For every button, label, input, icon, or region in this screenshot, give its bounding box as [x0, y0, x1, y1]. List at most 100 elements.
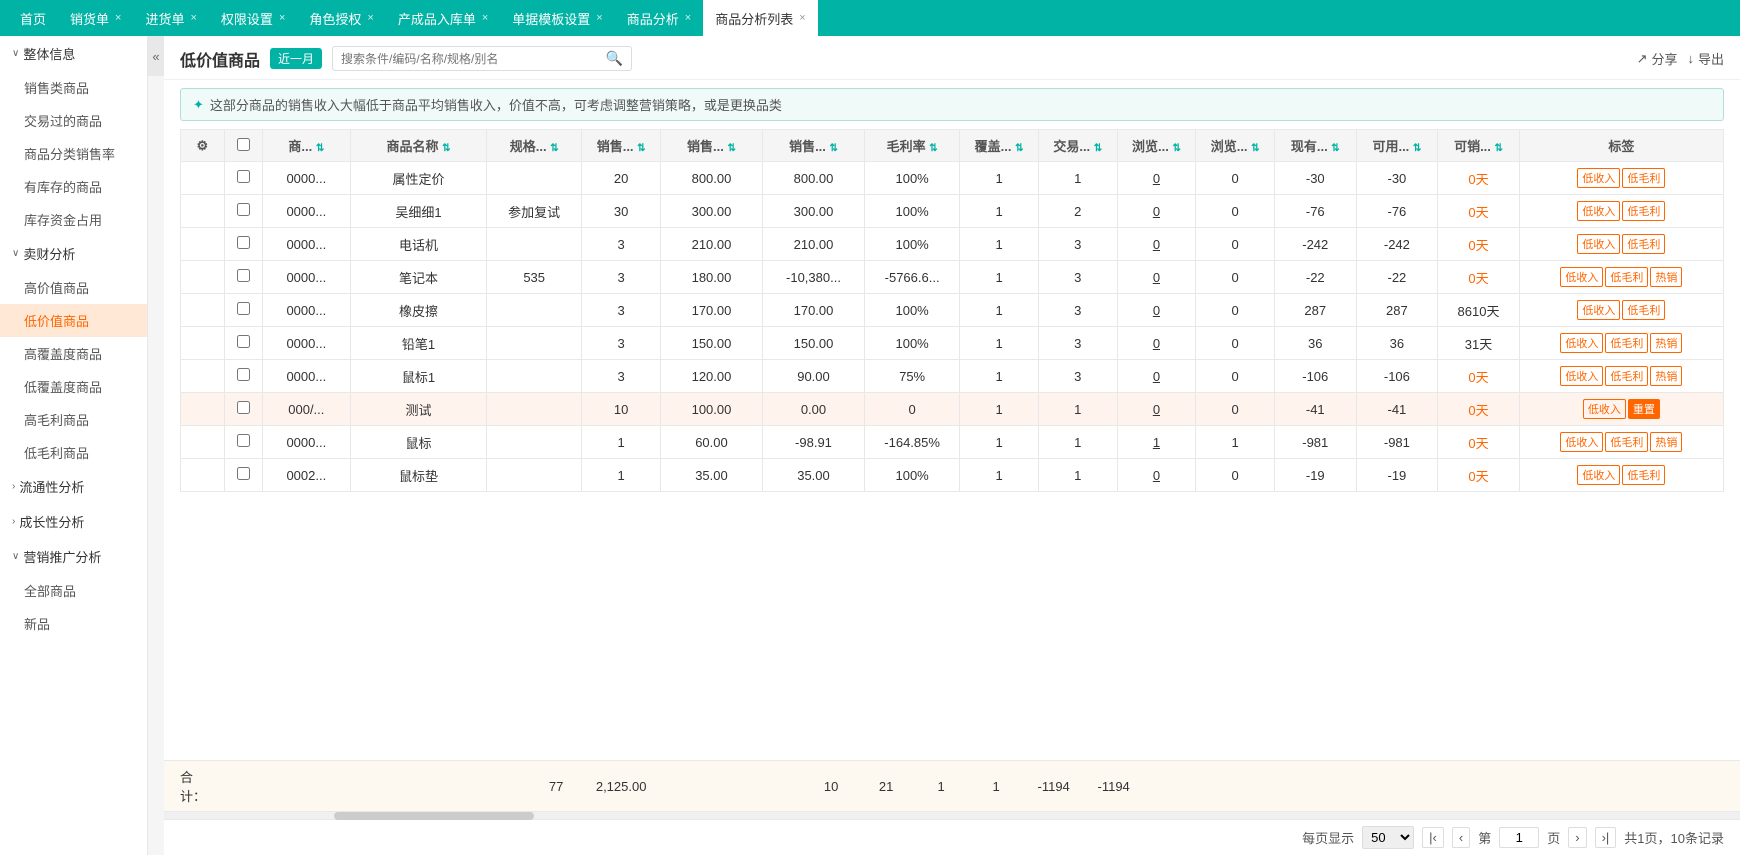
sidebar-section-growth[interactable]: › 成长性分析 — [0, 504, 147, 539]
nav-purchase-order[interactable]: 进货单 × — [133, 0, 208, 36]
row-checkbox[interactable] — [237, 434, 250, 447]
col-name[interactable]: 商品名称 ⇅ — [351, 130, 487, 162]
search-input[interactable] — [341, 52, 606, 66]
nav-purchase-order-close[interactable]: × — [190, 12, 196, 24]
browse-link[interactable]: 0 — [1153, 369, 1160, 384]
nav-sales-order-close[interactable]: × — [115, 12, 121, 24]
col-sales-cost[interactable]: 销售... ⇅ — [762, 130, 864, 162]
nav-sales-order[interactable]: 销货单 × — [58, 0, 133, 36]
sidebar-item-inventory-capital[interactable]: 库存资金占用 — [0, 203, 147, 236]
browse-link[interactable]: 0 — [1153, 303, 1160, 318]
sidebar-item-category-sales-rate[interactable]: 商品分类销售率 — [0, 137, 147, 170]
col-margin[interactable]: 毛利率 ⇅ — [865, 130, 960, 162]
row-checkbox[interactable] — [237, 269, 250, 282]
sidebar-section-overall[interactable]: ∨ 整体信息 — [0, 36, 147, 71]
browse-link[interactable]: 0 — [1153, 336, 1160, 351]
nav-permissions-close[interactable]: × — [279, 12, 285, 24]
browse-link[interactable]: 0 — [1153, 402, 1160, 417]
col-coverage[interactable]: 覆盖... ⇅ — [960, 130, 1039, 162]
row-checkbox[interactable] — [237, 467, 250, 480]
row-checkbox[interactable] — [237, 170, 250, 183]
row-checkbox-cell[interactable] — [224, 162, 262, 195]
sidebar-item-low-value[interactable]: 低价值商品 — [0, 304, 147, 337]
row-checkbox-cell[interactable] — [224, 360, 262, 393]
col-spec[interactable]: 规格... ⇅ — [487, 130, 582, 162]
col-available[interactable]: 可用... ⇅ — [1356, 130, 1438, 162]
nav-template-settings[interactable]: 单据模板设置 × — [500, 0, 614, 36]
prev-page-button[interactable]: ‹ — [1452, 827, 1470, 848]
page-number-input[interactable] — [1499, 827, 1539, 848]
next-page-button[interactable]: › — [1568, 827, 1586, 848]
row-checkbox[interactable] — [237, 401, 250, 414]
search-icon[interactable]: 🔍 — [606, 50, 623, 67]
sidebar-collapse-button[interactable]: « — [148, 36, 164, 76]
sidebar-item-in-stock[interactable]: 有库存的商品 — [0, 170, 147, 203]
row-checkbox-cell[interactable] — [224, 459, 262, 492]
nav-product-analysis-list-close[interactable]: × — [799, 12, 805, 24]
col-browse2[interactable]: 浏览... ⇅ — [1196, 130, 1275, 162]
row-checkbox[interactable] — [237, 236, 250, 249]
sidebar-item-low-margin[interactable]: 低毛利商品 — [0, 436, 147, 469]
nav-product-analysis[interactable]: 商品分析 × — [615, 0, 703, 36]
row-checkbox[interactable] — [237, 368, 250, 381]
last-page-button[interactable]: ›| — [1595, 827, 1617, 848]
horizontal-scrollbar[interactable] — [164, 811, 1740, 819]
row-checkbox[interactable] — [237, 335, 250, 348]
row-checkbox-cell[interactable] — [224, 426, 262, 459]
col-checkbox[interactable] — [224, 130, 262, 162]
nav-role-auth-close[interactable]: × — [367, 12, 373, 24]
col-sales-qty[interactable]: 销售... ⇅ — [582, 130, 661, 162]
nav-product-inbound-close[interactable]: × — [482, 12, 488, 24]
row-checkbox[interactable] — [237, 302, 250, 315]
nav-template-settings-close[interactable]: × — [596, 12, 602, 24]
export-button[interactable]: ↓ 导出 — [1687, 49, 1724, 68]
browse-link[interactable]: 0 — [1153, 237, 1160, 252]
col-browse1[interactable]: 浏览... ⇅ — [1117, 130, 1196, 162]
row-checkbox-cell[interactable] — [224, 261, 262, 294]
sidebar-item-sales-category[interactable]: 销售类商品 — [0, 71, 147, 104]
nav-product-inbound[interactable]: 产成品入库单 × — [386, 0, 500, 36]
nav-home[interactable]: 首页 — [8, 0, 58, 36]
first-page-button[interactable]: |‹ — [1422, 827, 1444, 848]
sidebar-item-new-products[interactable]: 新品 — [0, 607, 147, 640]
sidebar-item-traded[interactable]: 交易过的商品 — [0, 104, 147, 137]
row-checkbox-cell[interactable] — [224, 195, 262, 228]
browse-link[interactable]: 0 — [1153, 270, 1160, 285]
sidebar-item-high-value[interactable]: 高价值商品 — [0, 271, 147, 304]
row-checkbox-cell[interactable] — [224, 228, 262, 261]
row-checkbox-cell[interactable] — [224, 327, 262, 360]
row-checkbox[interactable] — [237, 203, 250, 216]
sidebar-item-low-coverage[interactable]: 低覆盖度商品 — [0, 370, 147, 403]
table-row: 0000... 鼠标1 3 120.00 90.00 75% 1 3 0 0 -… — [181, 360, 1724, 393]
nav-permissions[interactable]: 权限设置 × — [209, 0, 297, 36]
scrollbar-thumb[interactable] — [334, 812, 534, 820]
nav-product-analysis-list[interactable]: 商品分析列表 × — [703, 0, 817, 36]
nav-product-analysis-close[interactable]: × — [685, 12, 691, 24]
sidebar-section-marketing[interactable]: ∨ 营销推广分析 — [0, 539, 147, 574]
tag-label: 低收入 — [1577, 201, 1620, 221]
nav-role-auth[interactable]: 角色授权 × — [297, 0, 385, 36]
page-size-select[interactable]: 50 100 200 — [1362, 826, 1414, 849]
sidebar-section-liquidity[interactable]: › 流通性分析 — [0, 469, 147, 504]
col-sales-price[interactable]: 销售... ⇅ — [660, 130, 762, 162]
sidebar-item-all-products[interactable]: 全部商品 — [0, 574, 147, 607]
browse-link[interactable]: 0 — [1153, 468, 1160, 483]
col-code[interactable]: 商... ⇅ — [262, 130, 350, 162]
sidebar-section-financial[interactable]: ∨ 卖财分析 — [0, 236, 147, 271]
sidebar-item-high-margin[interactable]: 高毛利商品 — [0, 403, 147, 436]
share-button[interactable]: ↗ 分享 — [1637, 49, 1678, 68]
row-spec — [487, 360, 582, 393]
browse-link[interactable]: 0 — [1153, 171, 1160, 186]
col-current[interactable]: 现有... ⇅ — [1274, 130, 1356, 162]
col-trans[interactable]: 交易... ⇅ — [1038, 130, 1117, 162]
col-saleable[interactable]: 可销... ⇅ — [1438, 130, 1520, 162]
row-checkbox-cell[interactable] — [224, 393, 262, 426]
sidebar-item-high-coverage[interactable]: 高覆盖度商品 — [0, 337, 147, 370]
col-settings[interactable]: ⚙ — [181, 130, 225, 162]
row-checkbox-cell[interactable] — [224, 294, 262, 327]
browse-link[interactable]: 0 — [1153, 204, 1160, 219]
time-range-button[interactable]: 近一月 — [270, 48, 322, 69]
browse-link[interactable]: 1 — [1153, 435, 1160, 450]
sort-icon-9: ⇅ — [1094, 143, 1102, 154]
select-all-checkbox[interactable] — [237, 138, 250, 151]
